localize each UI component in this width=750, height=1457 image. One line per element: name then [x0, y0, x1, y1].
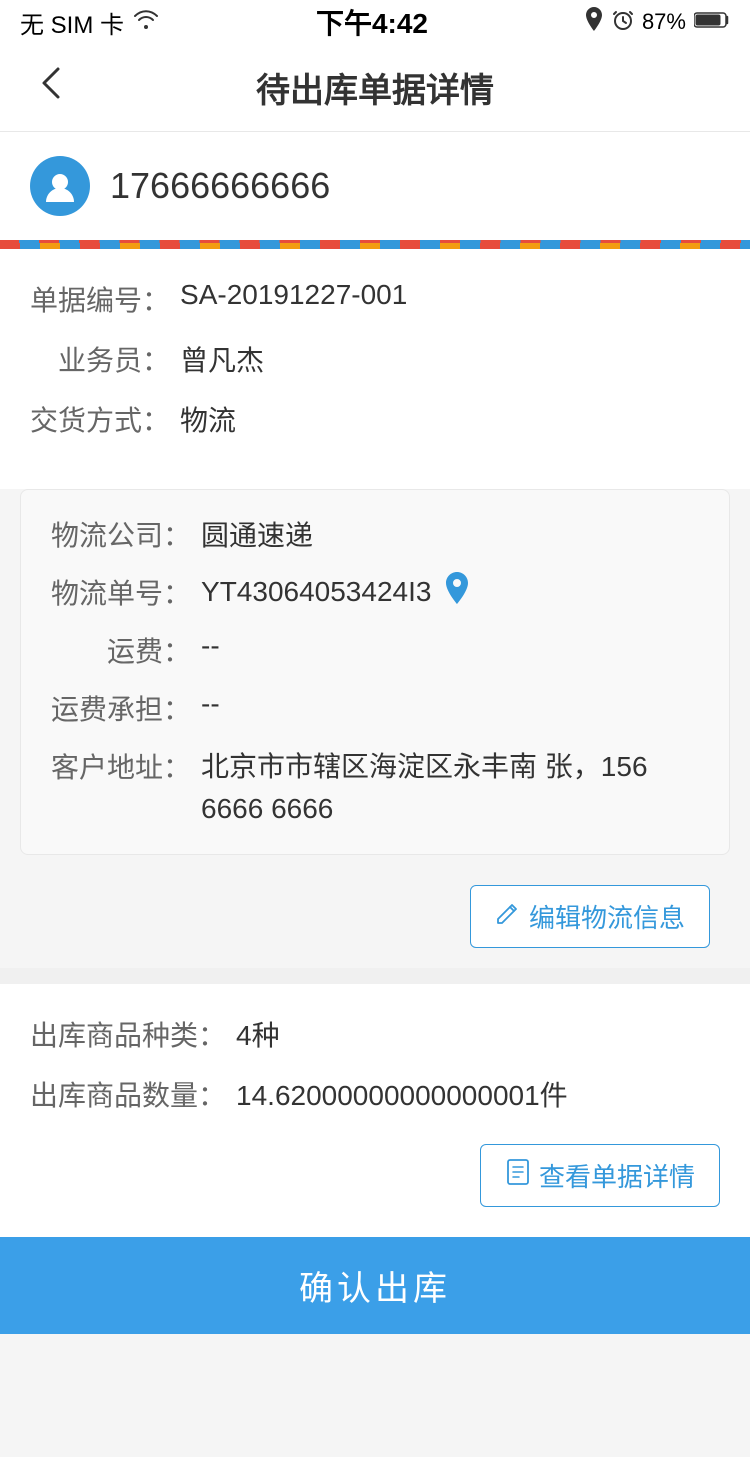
order-no-label: 单据编号： [30, 279, 170, 319]
edit-logistics-container: 编辑物流信息 [0, 875, 750, 968]
goods-type-label: 出库商品种类： [30, 1014, 226, 1054]
page-title: 待出库单据详情 [256, 63, 494, 112]
goods-qty-label: 出库商品数量： [30, 1074, 226, 1114]
order-no-row: 单据编号： SA-20191227-001 [30, 279, 720, 319]
delivery-value: 物流 [180, 399, 720, 439]
status-left: 无 SIM 卡 [20, 5, 160, 40]
freight-row: 运费： -- [51, 630, 699, 670]
section-separator [0, 968, 750, 984]
delivery-label: 交货方式： [30, 399, 170, 439]
freight-bearer-row: 运费承担： -- [51, 688, 699, 728]
confirm-label: 确认出库 [299, 1270, 451, 1308]
battery-icon [694, 9, 730, 35]
goods-qty-row: 出库商品数量： 14.62000000000000001件 [30, 1074, 720, 1114]
logistics-company-value: 圆通速递 [201, 514, 699, 554]
logistics-company-row: 物流公司： 圆通速递 [51, 514, 699, 554]
time-display: 下午4:42 [316, 2, 428, 42]
address-row: 客户地址： 北京市市辖区海淀区永丰南 张，156 6666 6666 [51, 746, 699, 830]
freight-label: 运费： [51, 630, 191, 670]
salesperson-label: 业务员： [30, 339, 170, 379]
freight-bearer-value: -- [201, 688, 699, 720]
goods-type-row: 出库商品种类： 4种 [30, 1014, 720, 1054]
freight-value: -- [201, 630, 699, 662]
location-pin-icon[interactable] [443, 572, 471, 612]
view-detail-label: 查看单据详情 [539, 1157, 695, 1194]
goods-type-value: 4种 [236, 1014, 280, 1054]
view-detail-button[interactable]: 查看单据详情 [480, 1144, 720, 1207]
tracking-number: YT43064053424I3 [201, 576, 431, 608]
confirm-button[interactable]: 确认出库 [0, 1237, 750, 1334]
view-detail-container: 查看单据详情 [30, 1134, 720, 1227]
basic-info-section: 单据编号： SA-20191227-001 业务员： 曾凡杰 交货方式： 物流 [0, 249, 750, 489]
wifi-icon [132, 8, 160, 36]
status-bar: 无 SIM 卡 下午4:42 87% [0, 0, 750, 44]
delivery-row: 交货方式： 物流 [30, 399, 720, 439]
alarm-icon [612, 8, 634, 36]
goods-qty-value: 14.62000000000000001件 [236, 1074, 568, 1114]
tracking-label: 物流单号： [51, 572, 191, 612]
tracking-value: YT43064053424I3 [201, 572, 699, 612]
logistics-company-label: 物流公司： [51, 514, 191, 554]
goods-section: 出库商品种类： 4种 出库商品数量： 14.62000000000000001件… [0, 984, 750, 1257]
nav-bar: 待出库单据详情 [0, 44, 750, 132]
customer-header: 17666666666 [0, 132, 750, 243]
freight-bearer-label: 运费承担： [51, 688, 191, 728]
battery-text: 87% [642, 9, 686, 35]
edit-logistics-button[interactable]: 编辑物流信息 [470, 885, 710, 948]
customer-phone: 17666666666 [110, 165, 330, 207]
order-no-value: SA-20191227-001 [180, 279, 720, 311]
edit-icon [495, 900, 521, 933]
status-right: 87% [584, 7, 730, 37]
address-value: 北京市市辖区海淀区永丰南 张，156 6666 6666 [201, 746, 699, 830]
tracking-row: 物流单号： YT43064053424I3 [51, 572, 699, 612]
document-icon [505, 1158, 531, 1193]
avatar [30, 156, 90, 216]
back-button[interactable] [30, 55, 72, 120]
location-status-icon [584, 7, 604, 37]
salesperson-row: 业务员： 曾凡杰 [30, 339, 720, 379]
edit-logistics-label: 编辑物流信息 [529, 898, 685, 935]
address-label: 客户地址： [51, 746, 191, 786]
salesperson-value: 曾凡杰 [180, 339, 720, 379]
carrier-text: 无 SIM 卡 [20, 5, 124, 40]
logistics-card: 物流公司： 圆通速递 物流单号： YT43064053424I3 运费： -- … [20, 489, 730, 855]
